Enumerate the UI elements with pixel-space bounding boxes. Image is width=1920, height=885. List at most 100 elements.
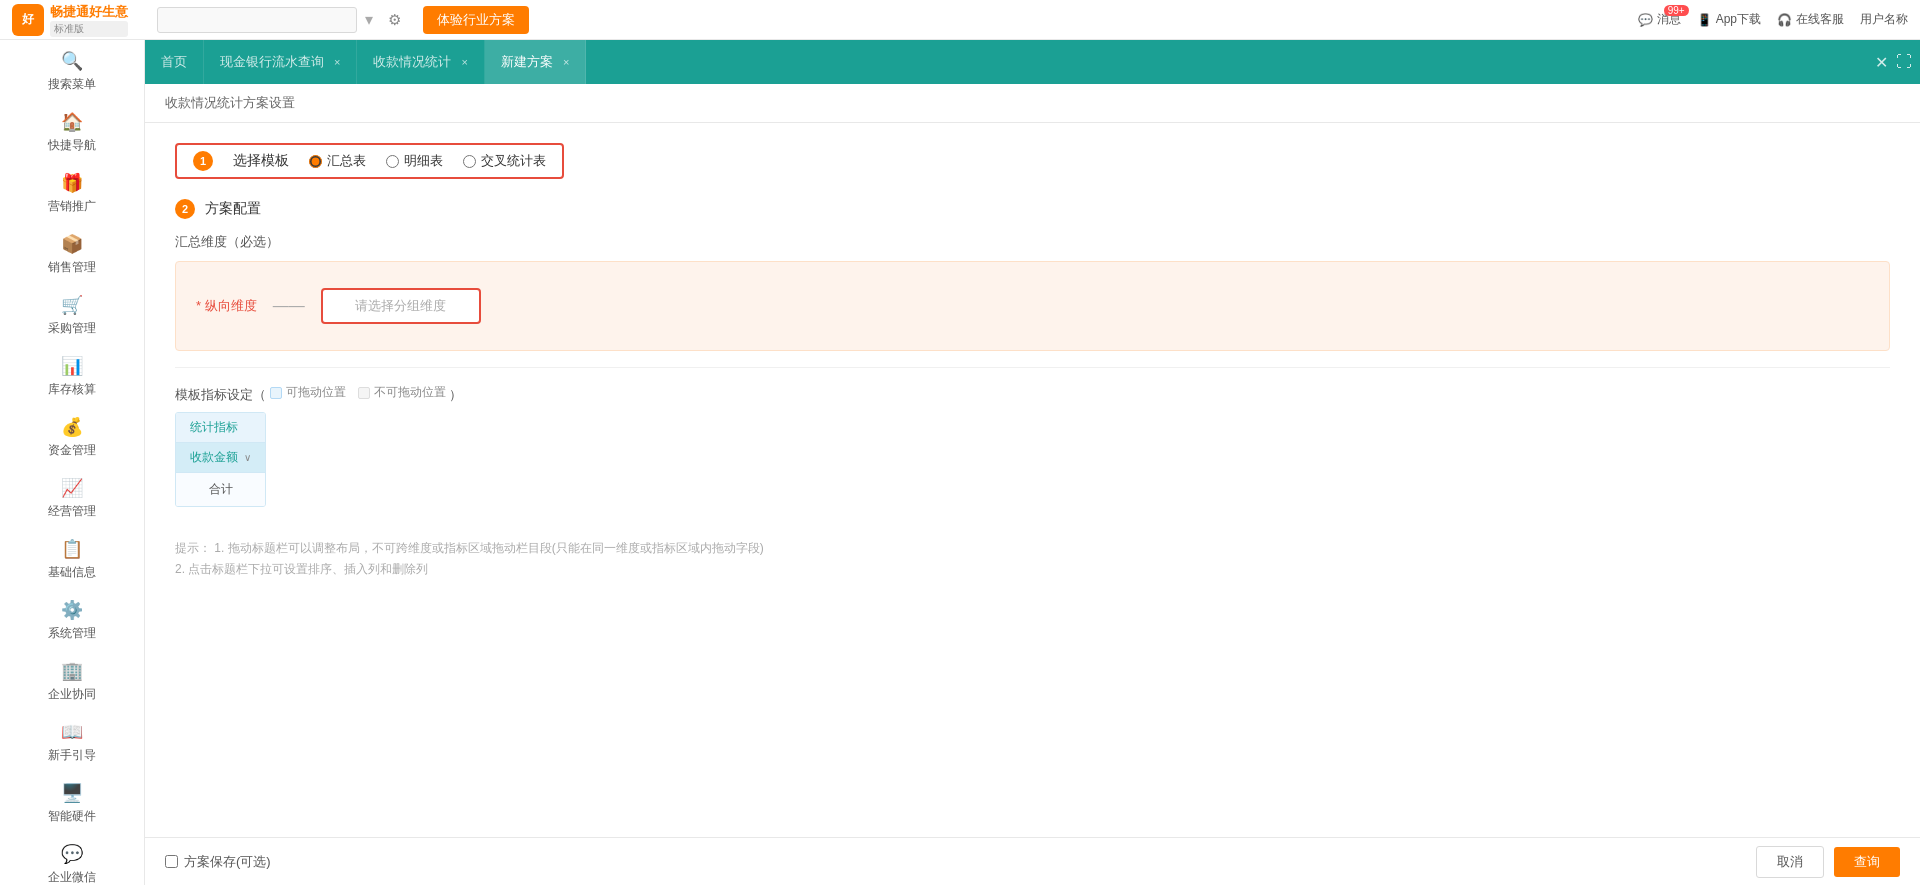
sidebar-label-inventory: 库存核算 bbox=[48, 381, 96, 398]
radio-cross-input[interactable] bbox=[463, 155, 476, 168]
sidebar-item-guide[interactable]: 📖 新手引导 bbox=[0, 711, 144, 772]
sidebar-item-marketing[interactable]: 🎁 营销推广 bbox=[0, 162, 144, 223]
radio-summary-input[interactable] bbox=[309, 155, 322, 168]
metrics-title-text: 模板指标设定（ bbox=[175, 387, 266, 402]
form-container: 1 选择模板 汇总表 明细表 bbox=[145, 123, 1920, 837]
hint-section: 提示： 1. 拖动标题栏可以调整布局，不可跨维度或指标区域拖动栏目段(只能在同一… bbox=[175, 540, 1890, 578]
step1-section: 1 选择模板 汇总表 明细表 bbox=[175, 143, 1890, 179]
radio-cross-label: 交叉统计表 bbox=[481, 152, 546, 170]
cancel-button[interactable]: 取消 bbox=[1756, 846, 1824, 878]
sidebar-label-finance: 资金管理 bbox=[48, 442, 96, 459]
step1-number: 1 bbox=[193, 151, 213, 171]
search-input[interactable] bbox=[157, 7, 357, 33]
tab-collection-close-icon[interactable]: × bbox=[461, 56, 467, 68]
sidebar-item-inventory[interactable]: 📊 库存核算 bbox=[0, 345, 144, 406]
radio-summary-label: 汇总表 bbox=[327, 152, 366, 170]
hint-2: 2. 点击标题栏下拉可设置排序、插入列和删除列 bbox=[175, 561, 1890, 578]
sidebar-label-wechat: 企业微信 bbox=[48, 869, 96, 885]
arrow-icon: —— bbox=[273, 297, 305, 315]
radio-summary[interactable]: 汇总表 bbox=[309, 152, 366, 170]
sidebar-item-wechat[interactable]: 💬 企业微信 bbox=[0, 833, 144, 885]
query-button[interactable]: 查询 bbox=[1834, 847, 1900, 877]
tab-close-all-icon[interactable]: ✕ bbox=[1875, 53, 1888, 72]
metrics-col-label: 收款金额 bbox=[190, 449, 238, 466]
save-plan-label: 方案保存(可选) bbox=[184, 853, 271, 871]
settings-icon[interactable]: ⚙ bbox=[381, 7, 407, 33]
group-dimension-select[interactable]: 请选择分组维度 bbox=[321, 288, 481, 324]
service-icon: 🎧 bbox=[1777, 13, 1792, 27]
sidebar-label-system: 系统管理 bbox=[48, 625, 96, 642]
sidebar-item-operation[interactable]: 📈 经营管理 bbox=[0, 467, 144, 528]
tab-new-plan-label: 新建方案 bbox=[501, 53, 553, 71]
step2-number: 2 bbox=[175, 199, 195, 219]
page-title: 收款情况统计方案设置 bbox=[165, 95, 295, 110]
sidebar-item-sales[interactable]: 📦 销售管理 bbox=[0, 223, 144, 284]
sidebar-item-purchase[interactable]: 🛒 采购管理 bbox=[0, 284, 144, 345]
step2-title: 方案配置 bbox=[205, 200, 261, 218]
sidebar-item-finance[interactable]: 💰 资金管理 bbox=[0, 406, 144, 467]
wechat-icon: 💬 bbox=[61, 843, 83, 865]
save-plan-checkbox[interactable] bbox=[165, 855, 178, 868]
top-header: 好 畅捷通好生意 标准版 ▾ ⚙ 体验行业方案 💬 消息 99+ 📱 App下载… bbox=[0, 0, 1920, 40]
hardware-icon: 🖥️ bbox=[61, 782, 83, 804]
sidebar-label-hardware: 智能硬件 bbox=[48, 808, 96, 825]
cart-icon: 🛒 bbox=[61, 294, 83, 316]
message-icon: 💬 bbox=[1638, 13, 1653, 27]
sidebar-item-quick-nav[interactable]: 🏠 快捷导航 bbox=[0, 101, 144, 162]
tab-collection[interactable]: 收款情况统计 × bbox=[357, 40, 484, 84]
online-service-button[interactable]: 🎧 在线客服 bbox=[1777, 11, 1844, 28]
tab-new-plan[interactable]: 新建方案 × bbox=[485, 40, 586, 84]
footer-bar: 方案保存(可选) 取消 查询 bbox=[145, 837, 1920, 885]
stat-header-label: 统计指标 bbox=[190, 419, 238, 436]
search-dropdown-icon[interactable]: ▾ bbox=[365, 10, 373, 29]
sidebar-label-basic: 基础信息 bbox=[48, 564, 96, 581]
logo-badge: 标准版 bbox=[50, 21, 128, 37]
money-icon: 💰 bbox=[61, 416, 83, 438]
group-dimension-placeholder: 请选择分组维度 bbox=[355, 297, 446, 315]
page-content: 收款情况统计方案设置 1 选择模板 汇总表 bbox=[145, 84, 1920, 885]
template-selection-box: 1 选择模板 汇总表 明细表 bbox=[175, 143, 564, 179]
metrics-row-total: 合计 bbox=[176, 473, 265, 506]
radio-detail-input[interactable] bbox=[386, 155, 399, 168]
metrics-body: 收款金额 ∨ 合计 bbox=[176, 443, 265, 506]
metrics-dropdown-arrow: ∨ bbox=[244, 452, 251, 463]
radio-detail[interactable]: 明细表 bbox=[386, 152, 443, 170]
metrics-col-header[interactable]: 收款金额 ∨ bbox=[176, 443, 265, 473]
fixed-legend-dot bbox=[358, 387, 370, 399]
app-download-button[interactable]: 📱 App下载 bbox=[1697, 11, 1761, 28]
tab-bank[interactable]: 现金银行流水查询 × bbox=[204, 40, 357, 84]
operation-icon: 📈 bbox=[61, 477, 83, 499]
sidebar-item-search[interactable]: 🔍 搜索菜单 bbox=[0, 40, 144, 101]
page-title-bar: 收款情况统计方案设置 bbox=[145, 84, 1920, 123]
message-button[interactable]: 💬 消息 99+ bbox=[1638, 11, 1681, 28]
movable-legend-label: 可拖动位置 bbox=[286, 384, 346, 401]
tab-new-plan-close-icon[interactable]: × bbox=[563, 56, 569, 68]
gear-icon: ⚙️ bbox=[61, 599, 83, 621]
tab-home-label: 首页 bbox=[161, 53, 187, 71]
sidebar-label-guide: 新手引导 bbox=[48, 747, 96, 764]
metrics-title-suffix: ） bbox=[449, 387, 462, 402]
sidebar: 🔍 搜索菜单 🏠 快捷导航 🎁 营销推广 📦 销售管理 🛒 采购管理 📊 库存核… bbox=[0, 40, 145, 885]
tab-bank-close-icon[interactable]: × bbox=[334, 56, 340, 68]
save-plan-checkbox-label[interactable]: 方案保存(可选) bbox=[165, 853, 271, 871]
app-label: App下载 bbox=[1716, 11, 1761, 28]
config-section: 汇总维度（必选） 纵向维度 —— 请选择分组维度 bbox=[175, 233, 1890, 351]
sidebar-item-system[interactable]: ⚙️ 系统管理 bbox=[0, 589, 144, 650]
metrics-title-row: 模板指标设定（ 可拖动位置 不可拖动位置 ） bbox=[175, 384, 1890, 404]
tab-expand-icon[interactable]: ⛶ bbox=[1896, 53, 1912, 71]
tab-home[interactable]: 首页 bbox=[145, 40, 204, 84]
sidebar-item-enterprise[interactable]: 🏢 企业协同 bbox=[0, 650, 144, 711]
radio-cross[interactable]: 交叉统计表 bbox=[463, 152, 546, 170]
user-name[interactable]: 用户名称 bbox=[1860, 11, 1908, 28]
sidebar-item-basic[interactable]: 📋 基础信息 bbox=[0, 528, 144, 589]
step1-title: 选择模板 bbox=[233, 152, 289, 170]
sidebar-item-hardware[interactable]: 🖥️ 智能硬件 bbox=[0, 772, 144, 833]
step1-header: 1 选择模板 汇总表 明细表 bbox=[175, 143, 1890, 179]
logo-text: 畅捷通好生意 bbox=[50, 3, 128, 21]
trial-button[interactable]: 体验行业方案 bbox=[423, 6, 529, 34]
box-icon: 📦 bbox=[61, 233, 83, 255]
sidebar-label-marketing: 营销推广 bbox=[48, 198, 96, 215]
metrics-table: 统计指标 收款金额 ∨ 合计 bbox=[175, 412, 266, 507]
step2-header: 2 方案配置 bbox=[175, 199, 1890, 219]
dimension-subtitle: 汇总维度（必选） bbox=[175, 233, 1890, 251]
